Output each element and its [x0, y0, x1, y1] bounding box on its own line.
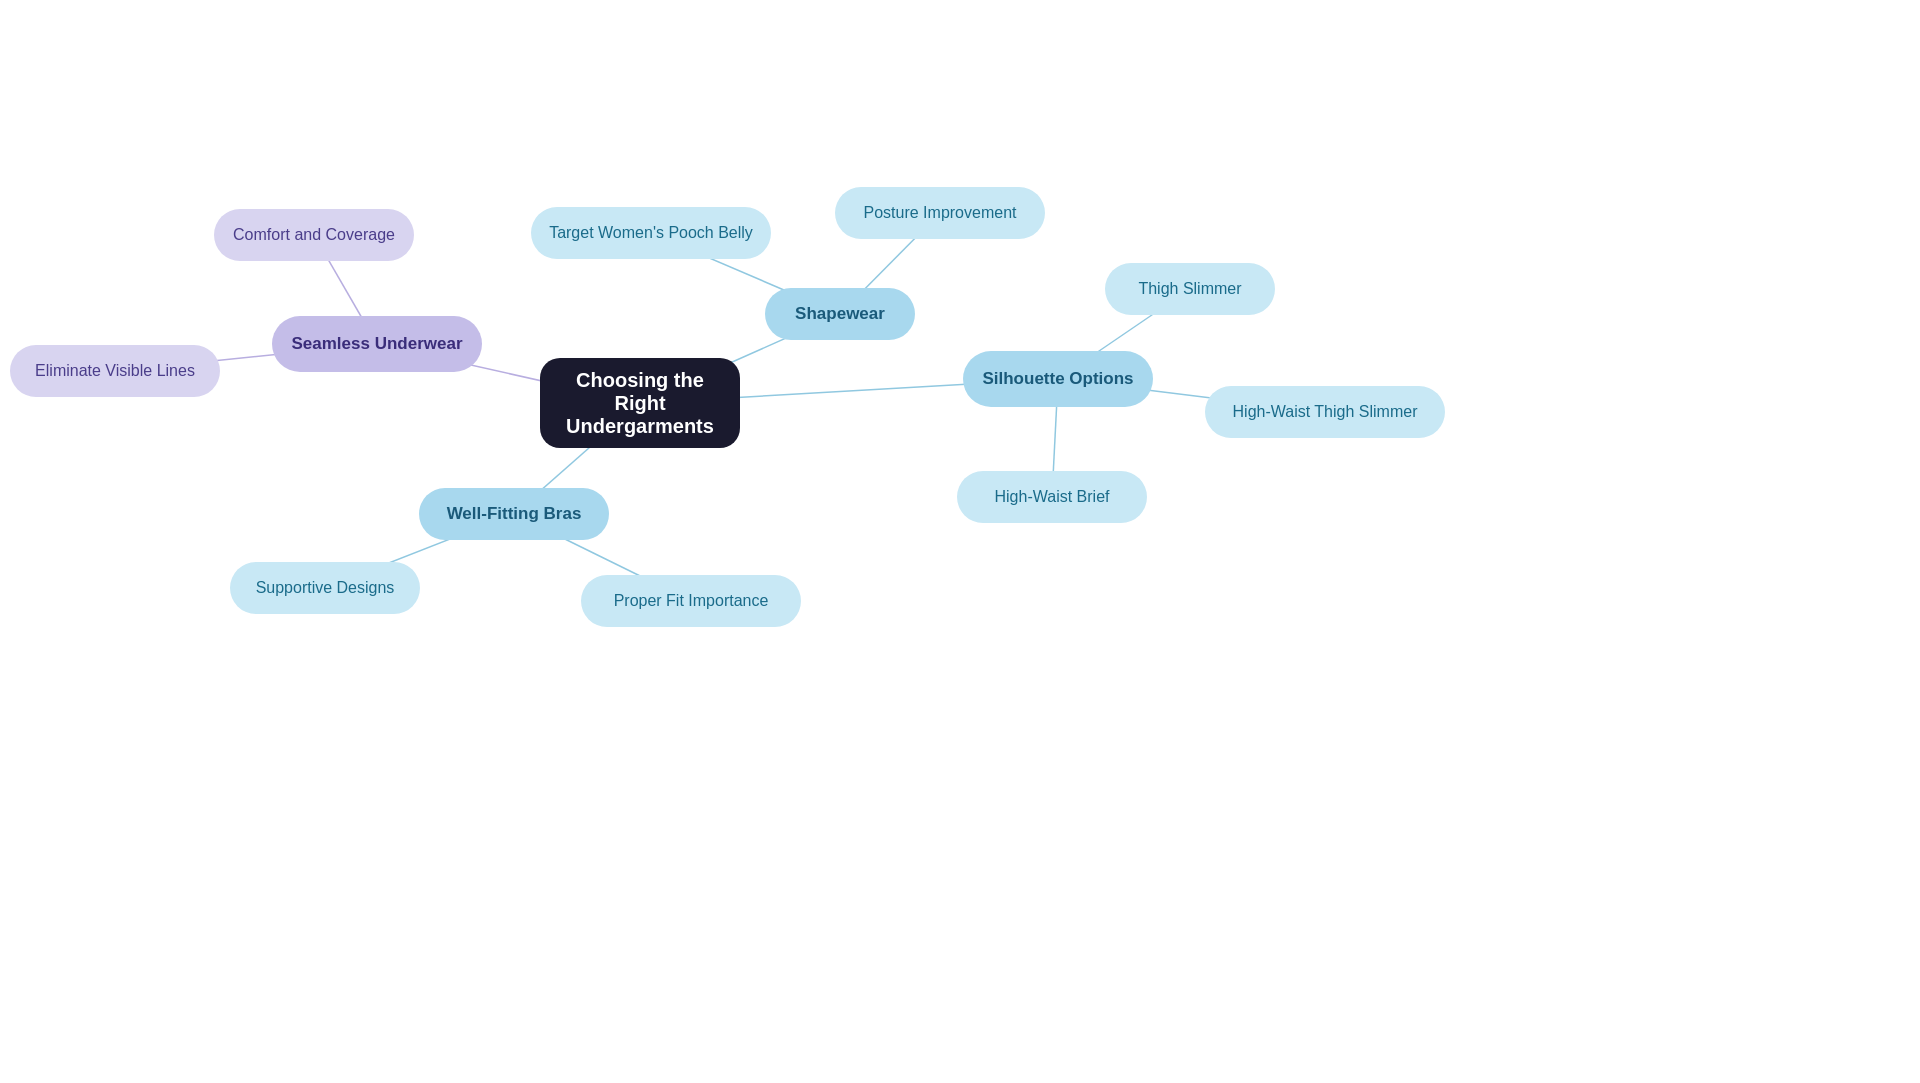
proper-fit-node[interactable]: Proper Fit Importance	[581, 575, 801, 627]
center-node[interactable]: Choosing the Right Undergarments	[540, 358, 740, 448]
shapewear-node[interactable]: Shapewear	[765, 288, 915, 340]
thigh-slimmer-node[interactable]: Thigh Slimmer	[1105, 263, 1275, 315]
thigh-slimmer-label: Thigh Slimmer	[1138, 280, 1241, 298]
well-fitting-bras-node[interactable]: Well-Fitting Bras	[419, 488, 609, 540]
seamless-underwear-label: Seamless Underwear	[291, 334, 462, 354]
high-waist-brief-label: High-Waist Brief	[995, 488, 1110, 506]
high-waist-thigh-node[interactable]: High-Waist Thigh Slimmer	[1205, 386, 1445, 438]
target-pooch-node[interactable]: Target Women's Pooch Belly	[531, 207, 771, 259]
shapewear-label: Shapewear	[795, 304, 885, 324]
target-pooch-label: Target Women's Pooch Belly	[549, 224, 753, 242]
eliminate-visible-node[interactable]: Eliminate Visible Lines	[10, 345, 220, 397]
high-waist-brief-node[interactable]: High-Waist Brief	[957, 471, 1147, 523]
silhouette-options-label: Silhouette Options	[982, 369, 1133, 389]
posture-improvement-label: Posture Improvement	[864, 204, 1017, 222]
seamless-underwear-node[interactable]: Seamless Underwear	[272, 316, 482, 372]
proper-fit-label: Proper Fit Importance	[614, 592, 769, 610]
supportive-designs-node[interactable]: Supportive Designs	[230, 562, 420, 614]
high-waist-thigh-label: High-Waist Thigh Slimmer	[1233, 403, 1418, 421]
comfort-coverage-label: Comfort and Coverage	[233, 226, 395, 244]
eliminate-visible-label: Eliminate Visible Lines	[35, 362, 195, 380]
comfort-coverage-node[interactable]: Comfort and Coverage	[214, 209, 414, 261]
center-label: Choosing the Right Undergarments	[560, 369, 720, 438]
supportive-designs-label: Supportive Designs	[256, 579, 395, 597]
well-fitting-bras-label: Well-Fitting Bras	[447, 504, 582, 524]
posture-improvement-node[interactable]: Posture Improvement	[835, 187, 1045, 239]
silhouette-options-node[interactable]: Silhouette Options	[963, 351, 1153, 407]
